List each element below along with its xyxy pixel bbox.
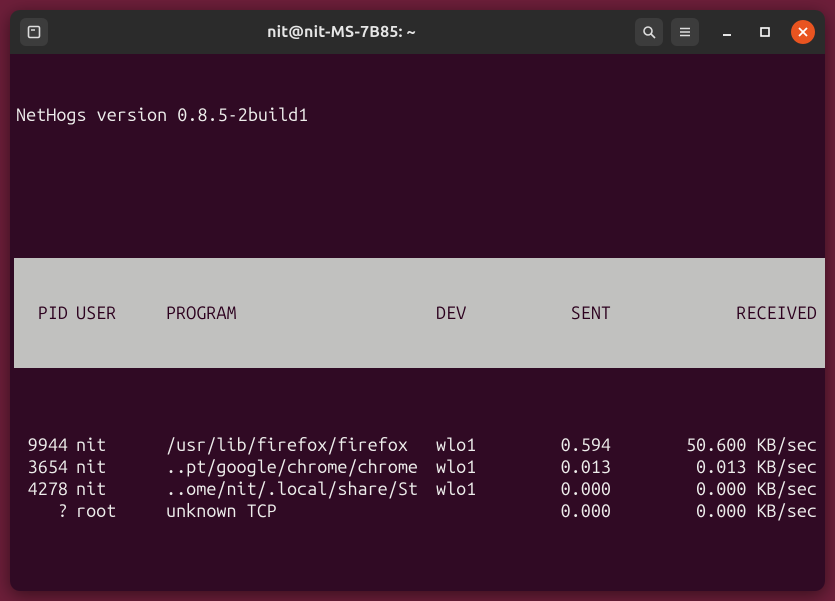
cell-user: nit bbox=[76, 456, 166, 478]
cell-received: 0.000 KB/sec bbox=[611, 500, 825, 522]
titlebar[interactable]: nit@nit-MS-7B85: ~ bbox=[10, 10, 825, 54]
cell-dev: wlo1 bbox=[436, 478, 546, 500]
cell-sent: 0.000 bbox=[546, 478, 611, 500]
cell-program: unknown TCP bbox=[166, 500, 436, 522]
cell-program: ..pt/google/chrome/chrome bbox=[166, 456, 436, 478]
cell-pid: ? bbox=[14, 500, 76, 522]
cell-sent: 0.013 bbox=[546, 456, 611, 478]
cell-dev: wlo1 bbox=[436, 456, 546, 478]
col-received: RECEIVED bbox=[611, 302, 825, 324]
col-sent: SENT bbox=[546, 302, 611, 324]
cell-user: nit bbox=[76, 434, 166, 456]
cell-received: 0.013 KB/sec bbox=[611, 456, 825, 478]
window-title: nit@nit-MS-7B85: ~ bbox=[56, 23, 627, 41]
col-pid: PID bbox=[14, 302, 76, 324]
search-button[interactable] bbox=[635, 18, 663, 46]
terminal-window: nit@nit-MS-7B85: ~ bbox=[10, 10, 825, 591]
cell-program: /usr/lib/firefox/firefox bbox=[166, 434, 436, 456]
col-dev: DEV bbox=[436, 302, 546, 324]
terminal-body[interactable]: NetHogs version 0.8.5-2build1 PID USER P… bbox=[10, 54, 825, 591]
table-row: 9944nit/usr/lib/firefox/firefoxwlo10.594… bbox=[14, 434, 825, 456]
cell-received: 50.600 KB/sec bbox=[611, 434, 825, 456]
table-row: 4278nit..ome/nit/.local/share/Stwlo10.00… bbox=[14, 478, 825, 500]
table-row: ?rootunknown TCP 0.0000.000 KB/sec bbox=[14, 500, 825, 522]
table-row: 3654nit..pt/google/chrome/chromewlo10.01… bbox=[14, 456, 825, 478]
cell-user: nit bbox=[76, 478, 166, 500]
cell-dev bbox=[436, 500, 546, 522]
table-header: PID USER PROGRAM DEV SENT RECEIVED bbox=[14, 258, 825, 368]
cell-received: 0.000 KB/sec bbox=[611, 478, 825, 500]
version-line: NetHogs version 0.8.5-2build1 bbox=[14, 104, 825, 126]
maximize-button[interactable] bbox=[753, 20, 777, 44]
process-rows: 9944nit/usr/lib/firefox/firefoxwlo10.594… bbox=[14, 434, 825, 522]
cell-sent: 0.000 bbox=[546, 500, 611, 522]
cell-pid: 3654 bbox=[14, 456, 76, 478]
close-button[interactable] bbox=[791, 20, 815, 44]
new-tab-button[interactable] bbox=[20, 18, 48, 46]
col-user: USER bbox=[76, 302, 166, 324]
cell-user: root bbox=[76, 500, 166, 522]
cell-pid: 4278 bbox=[14, 478, 76, 500]
cell-dev: wlo1 bbox=[436, 434, 546, 456]
hamburger-menu-button[interactable] bbox=[671, 18, 699, 46]
minimize-button[interactable] bbox=[715, 20, 739, 44]
cell-sent: 0.594 bbox=[546, 434, 611, 456]
cell-program: ..ome/nit/.local/share/St bbox=[166, 478, 436, 500]
cell-pid: 9944 bbox=[14, 434, 76, 456]
col-program: PROGRAM bbox=[166, 302, 436, 324]
